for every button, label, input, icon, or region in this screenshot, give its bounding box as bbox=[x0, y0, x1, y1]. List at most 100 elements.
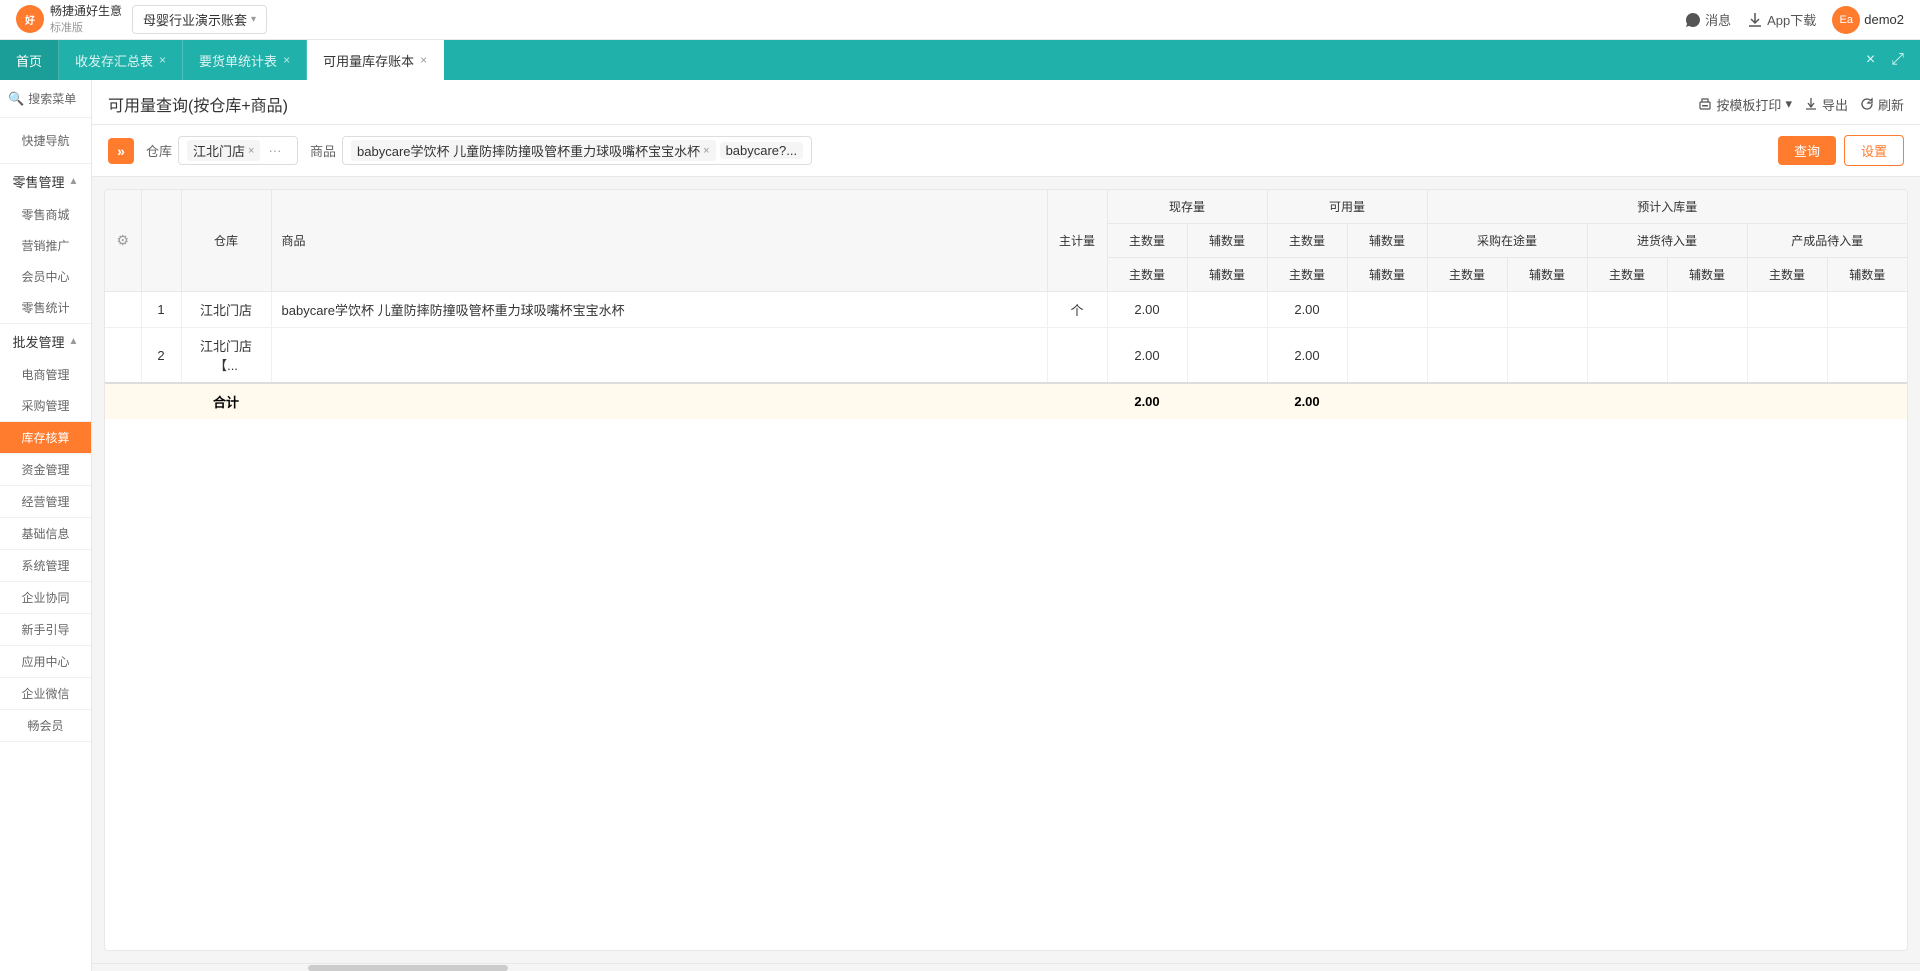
print-chevron: ▾ bbox=[1785, 96, 1792, 112]
message-icon bbox=[1685, 12, 1701, 28]
warehouse-tag-text: 江北门店 bbox=[193, 141, 245, 160]
content-area: 可用量查询(按仓库+商品) 按模板打印 ▾ 导出 刷新 » bbox=[92, 80, 1920, 971]
tab-available-stock-label: 可用量库存账本 bbox=[323, 51, 414, 70]
sidebar-item-operation[interactable]: 经营管理 bbox=[0, 486, 91, 517]
tab-home[interactable]: 首页 bbox=[0, 40, 59, 80]
tab-receive-pay[interactable]: 收发存汇总表 × bbox=[59, 40, 183, 80]
warehouse-tag-close[interactable]: × bbox=[248, 145, 254, 157]
sidebar-item-retail-stats[interactable]: 零售统计 bbox=[0, 292, 91, 323]
row-current-aux bbox=[1187, 292, 1267, 328]
industry-selector[interactable]: 母婴行业演示账套 ▾ bbox=[132, 5, 267, 34]
tab-available-stock-close[interactable]: × bbox=[420, 53, 427, 67]
sidebar-group-newbie: 新手引导 bbox=[0, 614, 91, 646]
page-header-actions: 按模板打印 ▾ 导出 刷新 bbox=[1698, 95, 1904, 114]
prod-aux-label: 辅数量 bbox=[1827, 258, 1907, 292]
footer-index bbox=[141, 383, 181, 419]
industry-label: 母婴行业演示账套 bbox=[143, 10, 247, 29]
available-aux-qty-header: 辅数量 bbox=[1347, 224, 1427, 258]
footer-unit bbox=[1047, 383, 1107, 419]
row-settings bbox=[105, 328, 141, 384]
row-pw-aux bbox=[1667, 292, 1747, 328]
current-stock-header: 现存量 bbox=[1107, 190, 1267, 224]
sidebar-item-retail-mall[interactable]: 零售商城 bbox=[0, 199, 91, 230]
filter-expand-button[interactable]: » bbox=[108, 138, 134, 164]
print-icon bbox=[1698, 97, 1712, 111]
sidebar-item-marketing[interactable]: 营销推广 bbox=[0, 230, 91, 261]
sidebar-group-operation: 经营管理 bbox=[0, 486, 91, 518]
logo-sub-text: 标准版 bbox=[50, 19, 122, 35]
user-profile-button[interactable]: Ea demo2 bbox=[1832, 6, 1904, 34]
sidebar-item-app-center[interactable]: 应用中心 bbox=[0, 646, 91, 677]
sidebar-item-wechat[interactable]: 企业微信 bbox=[0, 678, 91, 709]
export-icon bbox=[1804, 97, 1818, 111]
refresh-label: 刷新 bbox=[1878, 95, 1904, 114]
warehouse-filter-label: 仓库 bbox=[146, 141, 172, 160]
warehouse-filter-tags[interactable]: 江北门店 × ··· bbox=[178, 136, 298, 165]
sidebar-search[interactable]: 🔍 搜索菜单 bbox=[0, 80, 91, 118]
sidebar-group-wholesale-header[interactable]: 批发管理 ▲ bbox=[0, 324, 91, 359]
footer-settings bbox=[105, 383, 141, 419]
tab-receive-pay-close[interactable]: × bbox=[159, 53, 166, 67]
fullscreen-button[interactable]: ⤢ bbox=[1887, 49, 1908, 71]
row-prod-aux bbox=[1827, 328, 1907, 384]
close-all-button[interactable]: × bbox=[1862, 49, 1879, 71]
row-pi-aux bbox=[1507, 328, 1587, 384]
sidebar-item-basic-info[interactable]: 基础信息 bbox=[0, 518, 91, 549]
print-button[interactable]: 按模板打印 ▾ bbox=[1698, 95, 1792, 114]
sidebar-group-finance: 资金管理 bbox=[0, 454, 91, 486]
column-settings-icon[interactable]: ⚙ bbox=[116, 232, 129, 248]
app-download-button[interactable]: App下载 bbox=[1747, 10, 1816, 29]
tab-order-stats-close[interactable]: × bbox=[283, 53, 290, 67]
top-bar-left: 好 畅捷通好生意 标准版 母婴行业演示账套 ▾ bbox=[16, 4, 267, 34]
footer-row: 合计 2.00 2.00 bbox=[105, 383, 1907, 419]
sidebar-group-retail: 零售管理 ▲ 零售商城 营销推广 会员中心 零售统计 bbox=[0, 164, 91, 324]
sidebar-group-basic-info: 基础信息 bbox=[0, 518, 91, 550]
sidebar-item-purchase[interactable]: 采购管理 bbox=[0, 390, 91, 421]
sidebar-item-ecommerce[interactable]: 电商管理 bbox=[0, 359, 91, 390]
av-main-label: 主数量 bbox=[1267, 258, 1347, 292]
scroll-bar-area bbox=[92, 963, 1920, 971]
row-available-aux bbox=[1347, 292, 1427, 328]
print-label: 按模板打印 bbox=[1716, 95, 1781, 114]
message-button[interactable]: 消息 bbox=[1685, 10, 1731, 29]
row-settings bbox=[105, 292, 141, 328]
tab-available-stock[interactable]: 可用量库存账本 × bbox=[307, 40, 444, 80]
sidebar-item-quick-nav[interactable]: 快捷导航 bbox=[0, 124, 91, 157]
wholesale-group-arrow: ▲ bbox=[69, 336, 79, 347]
tab-order-stats[interactable]: 要货单统计表 × bbox=[183, 40, 307, 80]
row-pw-main bbox=[1587, 292, 1667, 328]
warehouse-tag-1: 江北门店 × bbox=[187, 140, 260, 161]
query-button[interactable]: 查询 bbox=[1778, 136, 1836, 165]
filter-area: » 仓库 江北门店 × ··· 商品 babycare学饮杯 儿童防摔防撞吸管杯… bbox=[92, 125, 1920, 177]
sidebar-item-member-center[interactable]: 会员中心 bbox=[0, 261, 91, 292]
filter-more-dots[interactable]: ··· bbox=[264, 143, 285, 158]
table-body: 1 江北门店 babycare学饮杯 儿童防摔防撞吸管杯重力球吸嘴杯宝宝水杯 个… bbox=[105, 292, 1907, 384]
product-filter-tags[interactable]: babycare学饮杯 儿童防摔防撞吸管杯重力球吸嘴杯宝宝水杯 × babyca… bbox=[342, 136, 812, 165]
product-tag-2: babycare?... bbox=[720, 142, 804, 159]
sidebar-item-system[interactable]: 系统管理 bbox=[0, 550, 91, 581]
table-row: 2 江北门店【... 2.00 2.00 bbox=[105, 328, 1907, 384]
horizontal-scrollbar[interactable] bbox=[308, 965, 508, 971]
row-prod-aux bbox=[1827, 292, 1907, 328]
page-title: 可用量查询(按仓库+商品) bbox=[108, 92, 288, 116]
sidebar-item-newbie[interactable]: 新手引导 bbox=[0, 614, 91, 645]
unit-column-header: 主计量 bbox=[1047, 190, 1107, 292]
sidebar-group-retail-header[interactable]: 零售管理 ▲ bbox=[0, 164, 91, 199]
sidebar-item-member[interactable]: 畅会员 bbox=[0, 710, 91, 741]
message-label: 消息 bbox=[1705, 10, 1731, 29]
sidebar-item-enterprise[interactable]: 企业协同 bbox=[0, 582, 91, 613]
export-button[interactable]: 导出 bbox=[1804, 95, 1848, 114]
sidebar-item-finance[interactable]: 资金管理 bbox=[0, 454, 91, 485]
footer-pi-main bbox=[1427, 383, 1507, 419]
sidebar-nav: 快捷导航 bbox=[0, 118, 91, 164]
current-main-qty-header: 主数量 bbox=[1107, 224, 1187, 258]
settings-button[interactable]: 设置 bbox=[1844, 135, 1904, 166]
refresh-button[interactable]: 刷新 bbox=[1860, 95, 1904, 114]
sidebar-item-inventory[interactable]: 库存核算 bbox=[0, 422, 91, 453]
product-column-header: 商品 bbox=[271, 190, 1047, 292]
available-main-qty-header: 主数量 bbox=[1267, 224, 1347, 258]
settings-column-header[interactable]: ⚙ bbox=[105, 190, 141, 292]
product-tag-1-close[interactable]: × bbox=[703, 145, 709, 157]
table-footer: 合计 2.00 2.00 bbox=[105, 383, 1907, 419]
username-label: demo2 bbox=[1864, 12, 1904, 27]
